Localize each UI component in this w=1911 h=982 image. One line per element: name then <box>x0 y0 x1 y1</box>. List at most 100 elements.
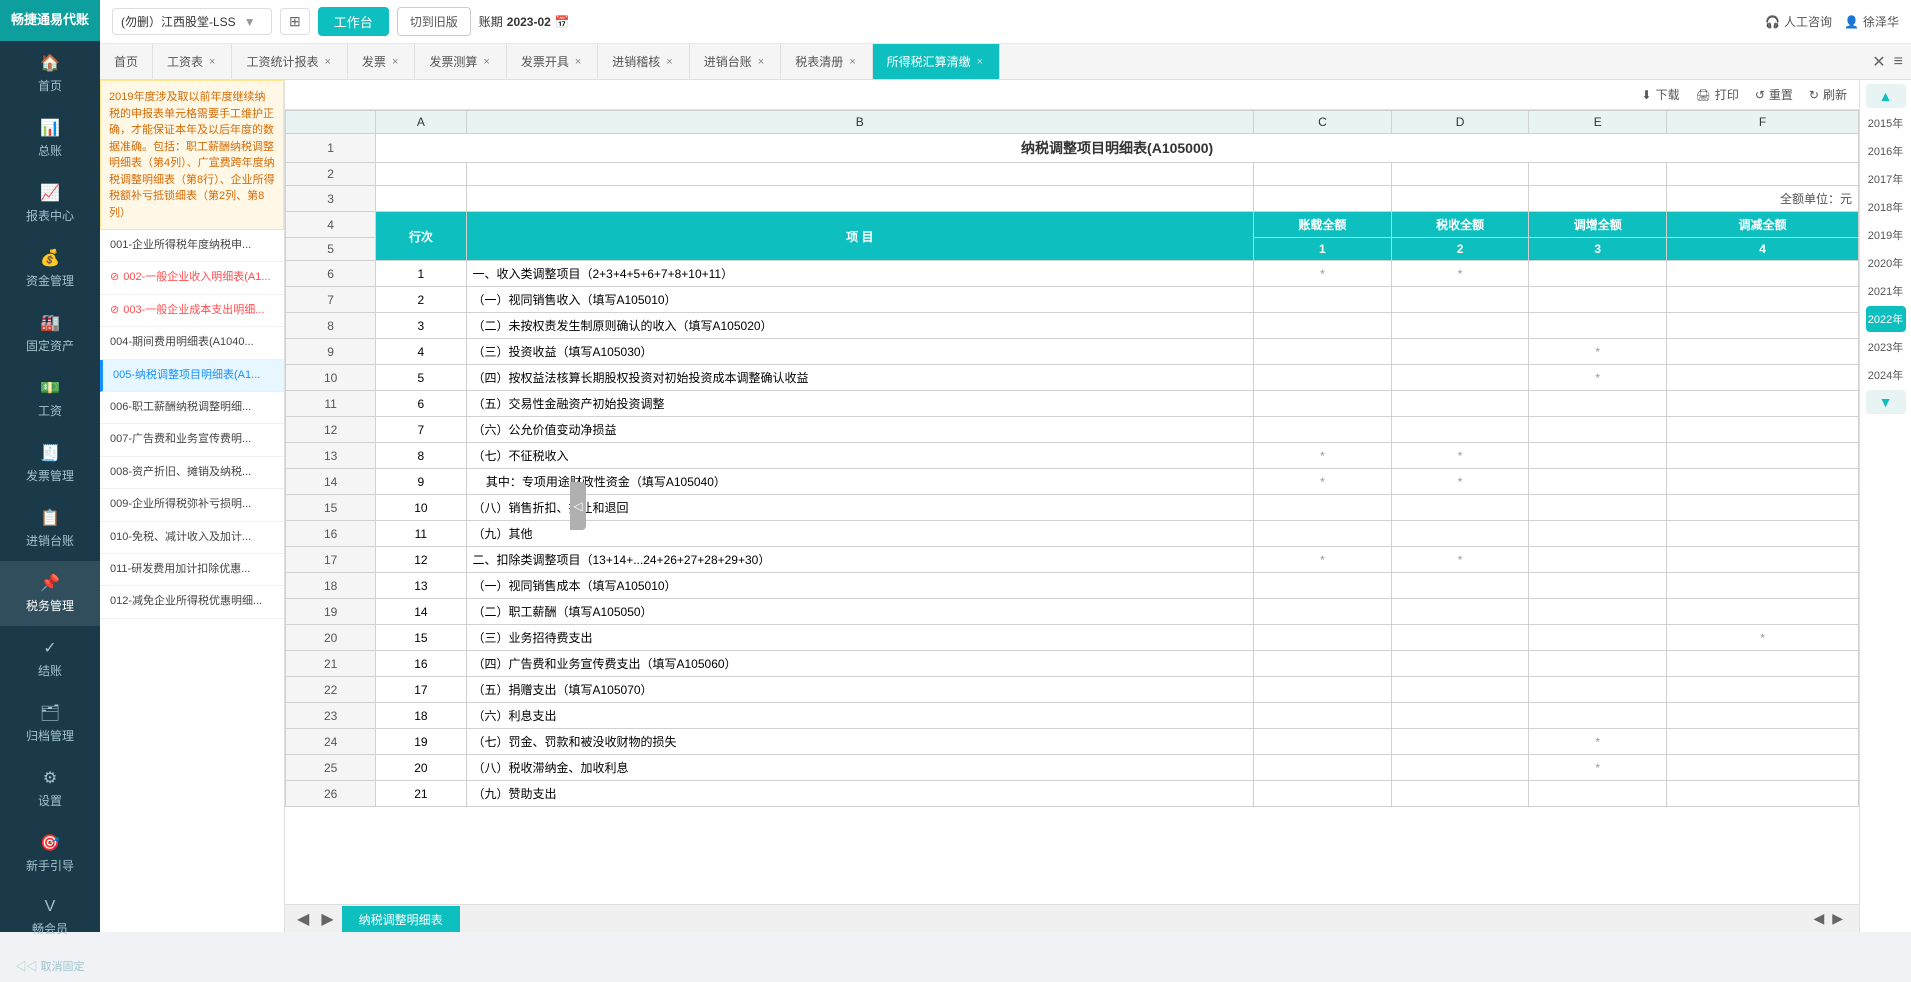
year-2023[interactable]: 2023年 <box>1866 334 1906 360</box>
sidebar-item-settlement[interactable]: ✓ 结账 <box>0 626 100 691</box>
doc-001[interactable]: 001-企业所得税年度纳税申... <box>100 230 284 262</box>
spreadsheet-container[interactable]: A B C D E F 1 纳税调整项目明细表(A105000) <box>285 110 1859 904</box>
year-2017[interactable]: 2017年 <box>1866 166 1906 192</box>
doc-012[interactable]: 012-减免企业所得税优惠明细... <box>100 586 284 618</box>
sidebar-item-tax-mgmt[interactable]: 📌 税务管理 <box>0 561 100 626</box>
refresh-button[interactable]: ↻ 刷新 <box>1809 86 1847 103</box>
print-button[interactable]: 🖨 打印 <box>1696 86 1739 103</box>
doc-008[interactable]: 008-资产折旧、摊销及纳税... <box>100 457 284 489</box>
table-header-row: 4 行次 项 目 账载全额 税收全额 调增全额 调减全额 <box>286 212 1859 238</box>
tab-input-ledger[interactable]: 进销台账 × <box>690 44 781 79</box>
pin-toggle[interactable]: ◁◁ 取消固定 <box>0 949 100 982</box>
workbench-button[interactable]: 工作台 <box>318 7 389 36</box>
year-2022[interactable]: 2022年 <box>1866 306 1906 332</box>
table-row: 11 6 （五）交易性金融资产初始投资调整 <box>286 391 1859 417</box>
support-link[interactable]: 🎧 人工咨询 <box>1765 13 1832 30</box>
tab-invoice-calc[interactable]: 发票测算 × <box>415 44 506 79</box>
tab-close-invoice-calc[interactable]: × <box>481 56 491 68</box>
download-button[interactable]: ⬇ 下载 <box>1642 86 1680 103</box>
year-2015[interactable]: 2015年 <box>1866 110 1906 136</box>
sheet-nav-right[interactable]: ▶ <box>317 909 337 929</box>
tab-close-invoice[interactable]: × <box>390 56 400 68</box>
year-2020[interactable]: 2020年 <box>1866 250 1906 276</box>
switch-old-button[interactable]: 切到旧版 <box>397 7 471 36</box>
member-icon: V <box>45 898 56 916</box>
year-panel: ▲ 2015年 2016年 2017年 2018年 2019年 2020年 20… <box>1859 80 1911 932</box>
sidebar-item-report-center[interactable]: 📈 报表中心 <box>0 171 100 236</box>
doc-007[interactable]: 007-广告费和业务宣传费明... <box>100 424 284 456</box>
doc-006[interactable]: 006-职工薪酬纳税调整明细... <box>100 392 284 424</box>
sidebar-item-home[interactable]: 🏠 首页 <box>0 41 100 106</box>
tab-overflow-menu[interactable]: ≡ <box>1894 53 1903 71</box>
tab-income-tax[interactable]: 所得税汇算清缴 × <box>873 44 1000 79</box>
tab-close-tax-clear[interactable]: × <box>847 56 857 68</box>
tab-salary[interactable]: 工资表 × <box>153 44 232 79</box>
year-nav-down[interactable]: ▼ <box>1866 390 1906 414</box>
user-menu[interactable]: 👤 徐泽华 <box>1844 13 1899 30</box>
copy-icon-btn[interactable]: ⊞ <box>280 8 310 35</box>
sidebar-item-salary[interactable]: 💵 工资 <box>0 366 100 431</box>
close-all-tabs[interactable]: ✕ <box>1872 52 1885 72</box>
tab-close-input-tax[interactable]: × <box>664 56 674 68</box>
doc-003[interactable]: ⊘003-一般企业成本支出明细... <box>100 295 284 327</box>
doc-004[interactable]: 004-期间费用明细表(A1040... <box>100 327 284 359</box>
sheet-scroll-right[interactable]: ▶ <box>1832 910 1843 927</box>
sidebar-item-fixed-assets[interactable]: 🏭 固定资产 <box>0 301 100 366</box>
tab-close-invoice-open[interactable]: × <box>573 56 583 68</box>
tab-invoice[interactable]: 发票 × <box>348 44 415 79</box>
panel-toggle[interactable]: ◁ <box>570 482 586 530</box>
year-2016[interactable]: 2016年 <box>1866 138 1906 164</box>
tab-input-tax[interactable]: 进销稽核 × <box>598 44 689 79</box>
sidebar-item-asset-mgmt[interactable]: 💰 资金管理 <box>0 236 100 301</box>
year-2018[interactable]: 2018年 <box>1866 194 1906 220</box>
company-dropdown-arrow: ▼ <box>244 15 256 29</box>
sidebar-item-settings[interactable]: ⚙ 设置 <box>0 756 100 821</box>
tab-tax-clear[interactable]: 税表清册 × <box>781 44 872 79</box>
ledger2-icon: 📋 <box>40 508 60 528</box>
doc-002[interactable]: ⊘002-一般企业收入明细表(A1... <box>100 262 284 294</box>
col-header-C: C <box>1254 111 1392 134</box>
tab-home[interactable]: 首页 <box>100 44 153 79</box>
sheet-scroll-left[interactable]: ◀ <box>1813 910 1824 927</box>
sidebar-item-invoice-mgmt[interactable]: 🧾 发票管理 <box>0 431 100 496</box>
doc-005[interactable]: 005-纳税调整项目明细表(A1... <box>100 360 284 392</box>
reset-button[interactable]: ↺ 重置 <box>1755 86 1793 103</box>
sidebar-item-guide[interactable]: 🎯 新手引导 <box>0 821 100 886</box>
invoice-icon: 🧾 <box>40 443 60 463</box>
year-2024[interactable]: 2024年 <box>1866 362 1906 388</box>
sheet-nav-left[interactable]: ◀ <box>293 909 313 929</box>
sidebar-item-archive[interactable]: 🗂 归档管理 <box>0 691 100 756</box>
warning-banner: 2019年度涉及取以前年度继续纳税的申报表单元格需要手工维护正确，才能保证本年及… <box>100 80 284 230</box>
tab-salary-stat[interactable]: 工资统计报表 × <box>232 44 347 79</box>
tab-close-income-tax[interactable]: × <box>975 56 985 68</box>
year-2021[interactable]: 2021年 <box>1866 278 1906 304</box>
settings-icon: ⚙ <box>43 768 57 788</box>
table-row: 21 16 （四）广告费和业务宣传费支出（填写A105060） <box>286 651 1859 677</box>
report-icon: 📈 <box>40 183 60 203</box>
tab-close-input-ledger[interactable]: × <box>756 56 766 68</box>
sidebar-item-member[interactable]: V 畅会员 <box>0 886 100 949</box>
sheet-tab-active[interactable]: 纳税调整明细表 <box>342 906 460 932</box>
sidebar-item-general-ledger[interactable]: 📊 总账 <box>0 106 100 171</box>
col-header-A: A <box>376 111 466 134</box>
unit-label: 全额单位：元 <box>1667 186 1859 212</box>
tab-invoice-open[interactable]: 发票开具 × <box>507 44 598 79</box>
factory-icon: 🏭 <box>40 313 60 333</box>
table-row: 22 17 （五）捐赠支出（填写A105070） <box>286 677 1859 703</box>
sheet-title: 纳税调整项目明细表(A105000) <box>376 134 1859 163</box>
year-nav-up[interactable]: ▲ <box>1866 84 1906 108</box>
sheet-toolbar: ⬇ 下载 🖨 打印 ↺ 重置 ↻ 刷新 <box>285 80 1859 110</box>
year-2019[interactable]: 2019年 <box>1866 222 1906 248</box>
tab-close-salary-stat[interactable]: × <box>322 56 332 68</box>
doc-010[interactable]: 010-免税、减计收入及加计... <box>100 522 284 554</box>
sidebar: 畅捷通易代账 🏠 首页 📊 总账 📈 报表中心 💰 资金管理 🏭 固定资产 💵 … <box>0 0 100 932</box>
company-select[interactable]: (勿删）江西股堂-LSS ▼ <box>112 8 272 35</box>
doc-011[interactable]: 011-研发费用加计扣除优惠... <box>100 554 284 586</box>
refresh-icon: ↻ <box>1809 88 1819 102</box>
doc-009[interactable]: 009-企业所得税弥补亏损明... <box>100 489 284 521</box>
tab-close-salary[interactable]: × <box>207 56 217 68</box>
table-row: 8 3 （二）未按权责发生制原则确认的收入（填写A105020） <box>286 313 1859 339</box>
table-row: 12 7 （六）公允价值变动净损益 <box>286 417 1859 443</box>
sidebar-item-input-ledger[interactable]: 📋 进销台账 <box>0 496 100 561</box>
col2-subheader: 2 <box>1391 238 1529 261</box>
